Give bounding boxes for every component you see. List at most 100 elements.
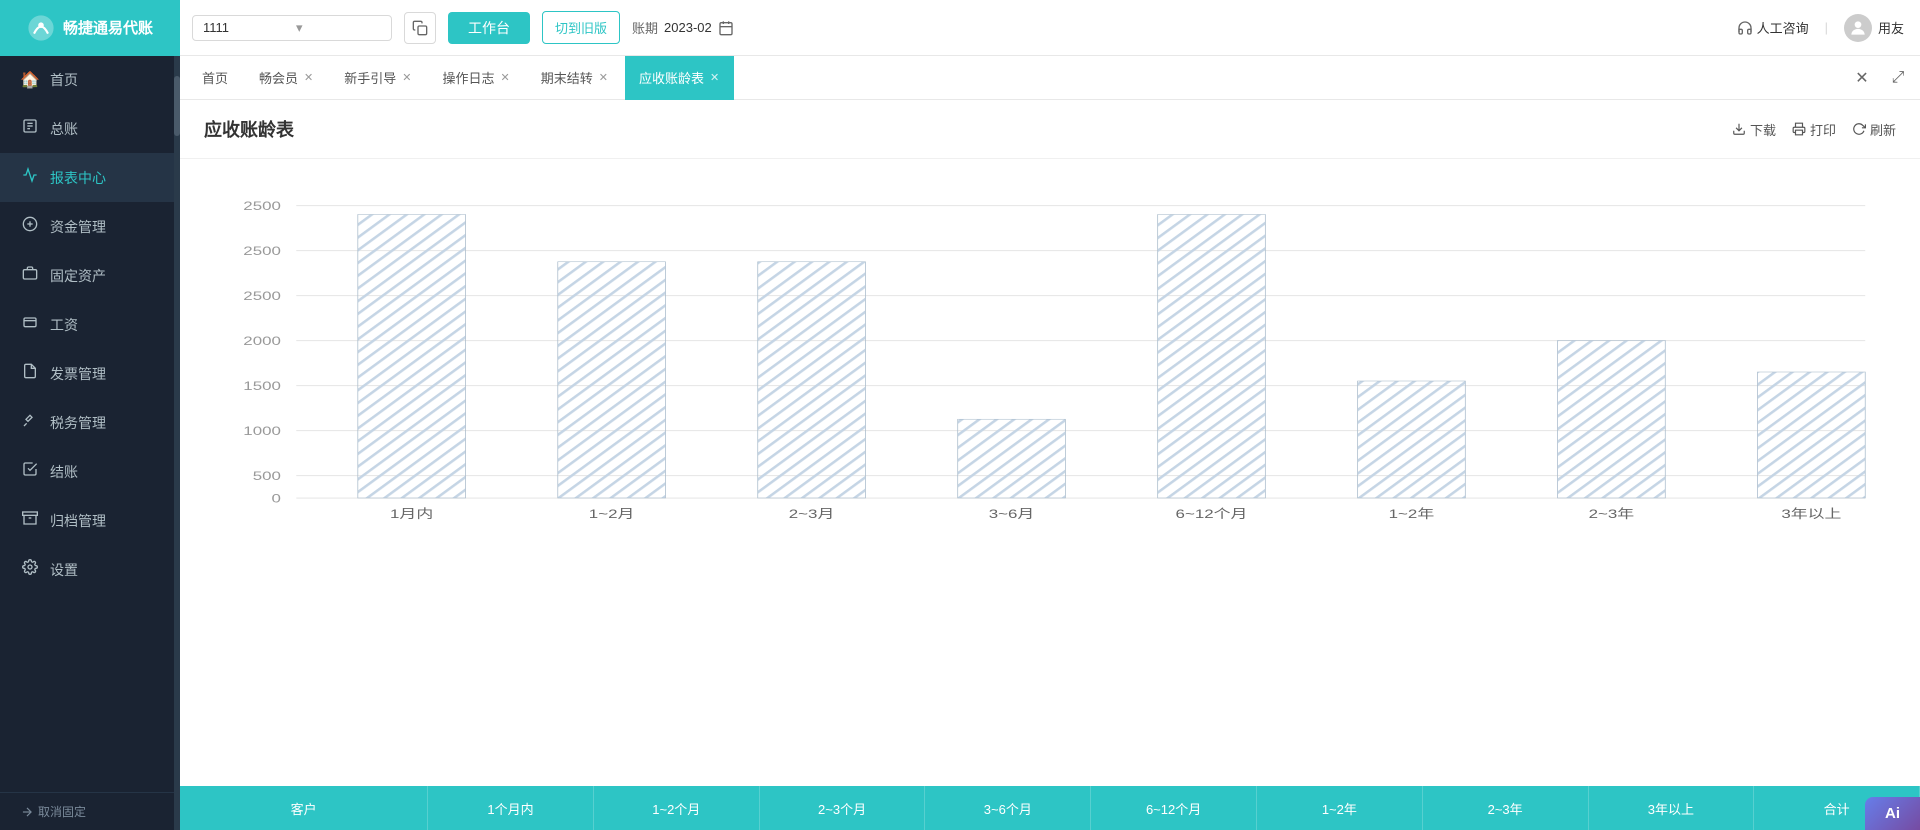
bar-chart-svg: 2500 2500 2500 2000 1500 1000 500 0	[204, 183, 1896, 543]
sidebar-item-label: 总账	[50, 119, 78, 139]
cancel-fixed-label: 取消固定	[38, 803, 86, 820]
page-header: 应收账龄表 下载 打印 刷新	[180, 100, 1920, 159]
sidebar-item-home[interactable]: 🏠 首页	[0, 56, 180, 104]
chevron-down-icon: ▾	[296, 20, 381, 36]
consult-button[interactable]: 人工咨询	[1737, 18, 1809, 37]
download-icon	[1732, 122, 1746, 136]
tab-aging[interactable]: 应收账龄表 ✕	[625, 56, 734, 100]
svg-text:2500: 2500	[243, 245, 281, 258]
close-tab-button[interactable]: ✕	[1848, 64, 1876, 92]
sidebar-item-label: 固定资产	[50, 266, 106, 286]
pin-icon	[20, 805, 34, 819]
tab-aging-close[interactable]: ✕	[710, 71, 719, 84]
workbench-button[interactable]: 工作台	[448, 12, 530, 44]
period-label: 账期	[632, 18, 658, 37]
download-button[interactable]: 下载	[1732, 120, 1776, 139]
archive-icon	[20, 510, 40, 531]
tab-period-end-label: 期末结转	[541, 68, 593, 87]
sidebar-item-payroll[interactable]: 工资	[0, 300, 180, 349]
user-area[interactable]: 用友	[1844, 14, 1904, 42]
tab-bar: 首页 畅会员 ✕ 新手引导 ✕ 操作日志 ✕ 期末结转 ✕ 应收账龄表 ✕	[180, 56, 1920, 100]
svg-text:2~3月: 2~3月	[789, 508, 835, 521]
tab-home[interactable]: 首页	[188, 56, 243, 100]
user-icon	[1848, 18, 1868, 38]
sidebar-item-label: 首页	[50, 70, 78, 90]
expand-tab-button[interactable]: ⤢	[1884, 64, 1912, 92]
sidebar-item-assets[interactable]: 固定资产	[0, 251, 180, 300]
sidebar-item-label: 结账	[50, 462, 78, 482]
company-select[interactable]: 1111 ▾	[192, 15, 392, 41]
sidebar-item-archive[interactable]: 归档管理	[0, 496, 180, 545]
assets-icon	[20, 265, 40, 286]
footer-col-2-3m: 2~3个月	[760, 786, 926, 830]
copy-icon	[412, 20, 428, 36]
tab-period-end-close[interactable]: ✕	[599, 71, 608, 84]
cancel-fixed-button[interactable]: 取消固定	[0, 792, 180, 830]
period-value: 2023-02	[664, 20, 712, 35]
calendar-icon[interactable]	[718, 20, 734, 36]
content-area: 首页 畅会员 ✕ 新手引导 ✕ 操作日志 ✕ 期末结转 ✕ 应收账龄表 ✕	[180, 56, 1920, 830]
svg-text:0: 0	[271, 492, 280, 505]
tab-actions: ✕ ⤢	[1848, 64, 1912, 92]
footer-col-customer: 客户	[180, 786, 428, 830]
print-label: 打印	[1810, 120, 1836, 139]
top-right: 人工咨询 | 用友	[1737, 14, 1904, 42]
ai-badge[interactable]: Ai	[1865, 797, 1920, 830]
svg-text:2~3年: 2~3年	[1589, 507, 1635, 521]
page-content: 应收账龄表 下载 打印 刷新	[180, 100, 1920, 830]
tab-guide[interactable]: 新手引导 ✕	[330, 56, 426, 100]
sidebar-item-label: 资金管理	[50, 217, 106, 237]
copy-button[interactable]	[404, 12, 436, 44]
footer-col-3-6m: 3~6个月	[925, 786, 1091, 830]
sidebar-item-label: 工资	[50, 315, 78, 335]
print-icon	[1792, 122, 1806, 136]
sidebar-item-reports[interactable]: 报表中心	[0, 153, 180, 202]
tab-oplog[interactable]: 操作日志 ✕	[428, 56, 524, 100]
sidebar-item-ledger[interactable]: 总账	[0, 104, 180, 153]
svg-text:1月内: 1月内	[390, 507, 433, 521]
footer-col-3y-plus: 3年以上	[1589, 786, 1755, 830]
page-title: 应收账龄表	[204, 116, 294, 142]
page-actions: 下载 打印 刷新	[1732, 120, 1896, 139]
tab-home-label: 首页	[202, 68, 228, 87]
svg-text:2500: 2500	[243, 290, 281, 303]
switch-version-button[interactable]: 切到旧版	[542, 11, 620, 44]
svg-text:2000: 2000	[243, 335, 281, 348]
tab-oplog-close[interactable]: ✕	[501, 71, 510, 84]
tab-member[interactable]: 畅会员 ✕	[245, 56, 328, 100]
sidebar-item-label: 发票管理	[50, 364, 106, 384]
tab-member-close[interactable]: ✕	[304, 71, 313, 84]
tab-guide-label: 新手引导	[344, 68, 396, 87]
refresh-icon	[1852, 122, 1866, 136]
sidebar-item-settings[interactable]: 设置	[0, 545, 180, 594]
refresh-button[interactable]: 刷新	[1852, 120, 1896, 139]
sidebar-item-checkout[interactable]: 结账	[0, 447, 180, 496]
svg-text:3年以上: 3年以上	[1781, 507, 1841, 521]
user-name: 用友	[1878, 18, 1904, 37]
print-button[interactable]: 打印	[1792, 120, 1836, 139]
svg-text:6~12个月: 6~12个月	[1176, 507, 1248, 521]
top-bar: 畅捷通易代账 1111 ▾ 工作台 切到旧版 账期 2023-02 人工咨询 |	[0, 0, 1920, 56]
ai-label: Ai	[1885, 805, 1900, 822]
svg-text:1~2年: 1~2年	[1389, 507, 1435, 521]
tab-guide-close[interactable]: ✕	[402, 71, 411, 84]
svg-text:1500: 1500	[243, 380, 281, 393]
svg-text:1000: 1000	[243, 425, 281, 438]
chart-wrapper: 2500 2500 2500 2000 1500 1000 500 0	[180, 159, 1920, 786]
reports-icon	[20, 167, 40, 188]
checkout-icon	[20, 461, 40, 482]
period-area: 账期 2023-02	[632, 18, 734, 37]
consult-label: 人工咨询	[1757, 18, 1809, 37]
footer-col-1m: 1个月内	[428, 786, 594, 830]
logo-icon	[27, 14, 55, 42]
sidebar-item-tax[interactable]: 税务管理	[0, 398, 180, 447]
sidebar-item-label: 归档管理	[50, 511, 106, 531]
sidebar-item-invoice[interactable]: 发票管理	[0, 349, 180, 398]
sidebar-scrollbar[interactable]	[174, 56, 180, 830]
tab-period-end[interactable]: 期末结转 ✕	[527, 56, 623, 100]
sidebar-item-label: 报表中心	[50, 168, 106, 188]
headphone-icon	[1737, 20, 1753, 36]
footer-col-6-12m: 6~12个月	[1091, 786, 1257, 830]
sidebar-item-funds[interactable]: 资金管理	[0, 202, 180, 251]
download-label: 下载	[1750, 120, 1776, 139]
